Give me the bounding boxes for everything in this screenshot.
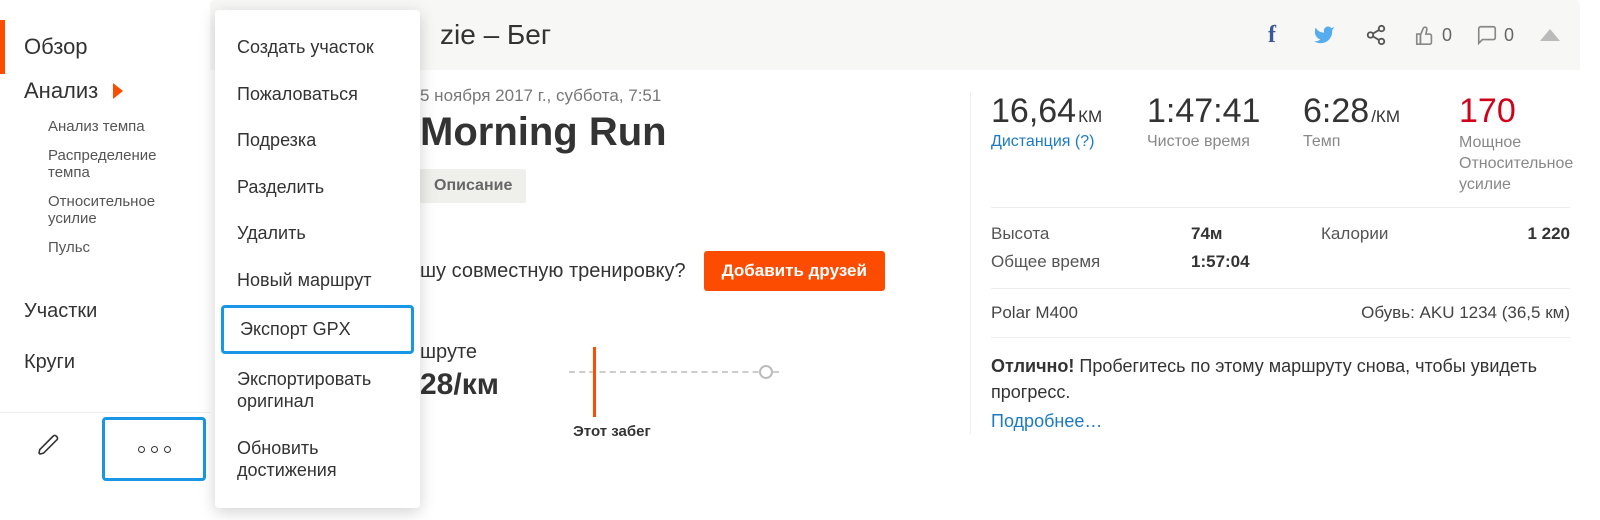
facebook-icon: f [1268,22,1276,49]
row-cal-val: 1 220 [1527,224,1570,244]
stat-moving-time: 1:47:41 Чистое время [1147,92,1277,195]
row-elapsed-val: 1:57:04 [1191,252,1250,272]
stat-pace: 6:28/КМ Темп [1303,92,1433,195]
device-name: Polar M400 [991,303,1078,323]
stats-panel: 16,64КМ Дистанция (?) 1:47:41 Чистое вре… [970,92,1570,434]
actions-dropdown: Создать участок Пожаловаться Подрезка Ра… [215,10,420,508]
kudos-button[interactable]: 0 [1402,24,1464,46]
share-icon [1365,24,1387,46]
dd-split[interactable]: Разделить [215,164,420,211]
share-generic-button[interactable] [1350,15,1402,55]
row-elev-key: Высота [991,224,1049,244]
sidebar-item-laps[interactable]: Круги [0,337,210,388]
sidebar-sub-distribution[interactable]: Распределение темпа [0,141,210,187]
twitter-icon [1311,24,1337,46]
chevron-right-icon [108,81,128,101]
dd-flag[interactable]: Пожаловаться [215,71,420,118]
kudos-count: 0 [1442,25,1452,46]
sidebar: Обзор Анализ Анализ темпа Распределение … [0,0,210,520]
sidebar-sub-effort[interactable]: Относительное усилие [0,187,210,233]
stat-distance: 16,64КМ Дистанция (?) [991,92,1121,195]
row-cal-key: Калории [1321,224,1388,244]
add-description-button[interactable]: Описание [420,169,526,203]
stat-relative-effort: 170 Мощное Относительное усилие [1459,92,1589,195]
route-label: шруте [420,341,499,364]
route-pace: 28/км [420,368,499,402]
sidebar-sub-pulse[interactable]: Пульс [0,233,210,262]
row-elev-val: 74м [1191,224,1223,244]
distance-label-link[interactable]: Дистанция (?) [991,133,1094,150]
together-prompt: шу совместную тренировку? [420,260,686,283]
share-twitter-button[interactable] [1298,15,1350,55]
edit-button[interactable] [0,413,98,477]
comment-icon [1476,24,1498,46]
sidebar-item-label: Участки [24,300,97,323]
sidebar-item-label: Анализ [24,78,98,104]
callout-more-link[interactable]: Подробнее… [991,409,1102,434]
share-facebook-button[interactable]: f [1246,15,1298,55]
sidebar-item-overview[interactable]: Обзор [0,20,210,74]
sidebar-item-segments[interactable]: Участки [0,286,210,337]
dd-export-gpx[interactable]: Экспорт GPX [221,305,414,354]
dd-delete[interactable]: Удалить [215,210,420,257]
collapse-icon[interactable] [1540,29,1560,41]
sidebar-item-analysis[interactable]: Анализ [0,74,210,112]
matched-route-callout: Отлично! Пробегитесь по этому маршруту с… [991,337,1570,434]
more-icon [138,446,171,453]
more-actions-button[interactable] [102,417,206,481]
add-friends-button[interactable]: Добавить друзей [704,251,885,291]
dd-crop[interactable]: Подрезка [215,117,420,164]
comments-button[interactable]: 0 [1464,24,1526,46]
dd-new-route[interactable]: Новый маршрут [215,257,420,304]
pencil-icon [37,433,61,457]
sidebar-sub-pace[interactable]: Анализ темпа [0,112,210,141]
row-elapsed-key: Общее время [991,252,1100,272]
dd-create-segment[interactable]: Создать участок [215,24,420,71]
comments-count: 0 [1504,25,1514,46]
dd-export-original[interactable]: Экспортировать оригинал [215,356,420,425]
dd-refresh-achievements[interactable]: Обновить достижения [215,425,420,494]
sidebar-item-label: Круги [24,351,75,374]
shoes-label: Обувь: AKU 1234 (36,5 км) [1361,303,1570,323]
effort-axis: Этот забег [569,341,779,441]
sidebar-item-label: Обзор [24,34,88,60]
axis-label: Этот забег [557,423,667,440]
thumbs-up-icon [1414,24,1436,46]
current-effort-marker [593,347,596,417]
